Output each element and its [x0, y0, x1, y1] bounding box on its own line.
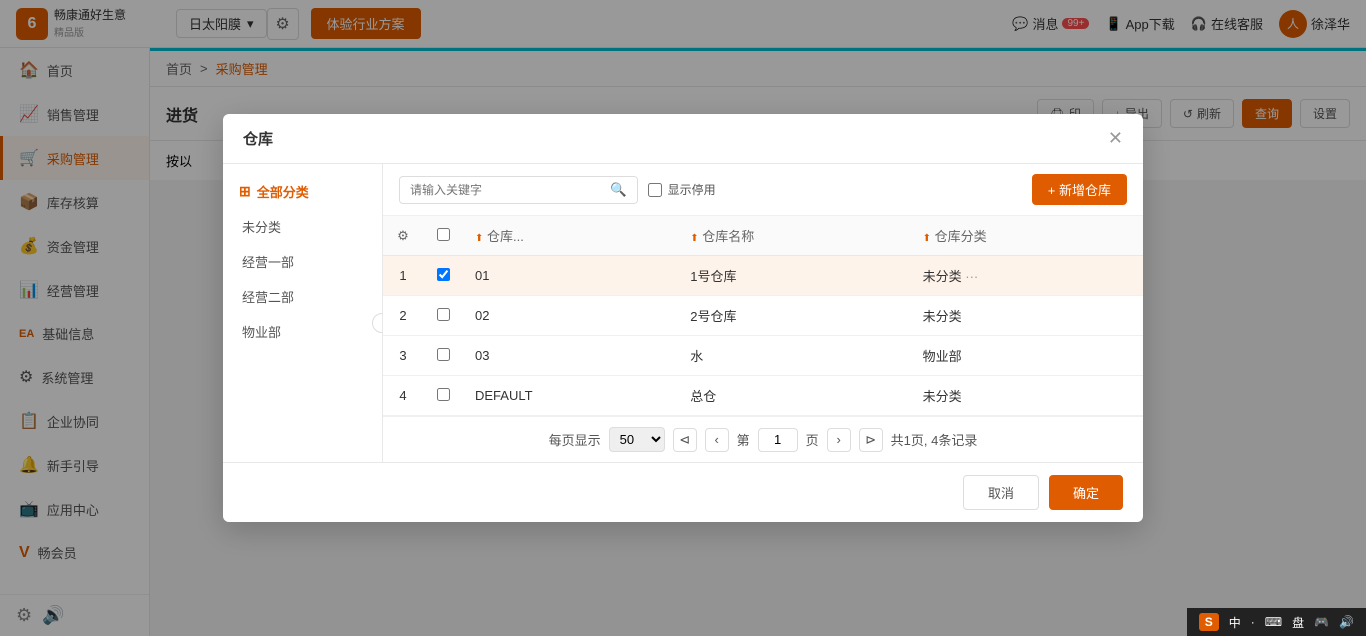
add-warehouse-button[interactable]: + 新增仓库: [1032, 174, 1127, 205]
row-name: 2号仓库: [678, 296, 910, 336]
row-category: 未分类: [911, 296, 1143, 336]
table-row[interactable]: 3 03 水 物业部: [383, 336, 1143, 376]
modal-footer: 取消 确定: [223, 462, 1143, 522]
warehouse-table: ⚙ ⬆ 仓库... ⬆ 仓库名称 ⬆ 仓库分类 1 01 1号仓库 未分类 ··…: [383, 216, 1143, 416]
row-name: 1号仓库: [678, 256, 910, 296]
per-page-select[interactable]: 50 10 20 100: [609, 427, 665, 452]
row-checkbox[interactable]: [423, 336, 463, 376]
row-code: DEFAULT: [463, 376, 678, 416]
row-code: 02: [463, 296, 678, 336]
table-row[interactable]: 4 DEFAULT 总仓 未分类: [383, 376, 1143, 416]
taskbar-volume: 🔊: [1339, 615, 1354, 629]
search-wrap: 🔍: [399, 176, 638, 204]
row-code: 03: [463, 336, 678, 376]
category-item-2[interactable]: 经营二部: [223, 279, 382, 314]
col-checkbox: [423, 216, 463, 256]
row-category: 未分类: [911, 376, 1143, 416]
prev-page-button[interactable]: ‹: [705, 428, 729, 452]
next-page-button[interactable]: ›: [827, 428, 851, 452]
row-name: 总仓: [678, 376, 910, 416]
row-num: 1: [383, 256, 423, 296]
taskbar-keyboard: ⌨: [1265, 615, 1282, 629]
page-unit: 页: [806, 430, 819, 449]
s-logo: S: [1199, 613, 1219, 631]
taskbar-dot: ·: [1251, 615, 1255, 629]
confirm-button[interactable]: 确定: [1049, 475, 1123, 510]
cancel-button[interactable]: 取消: [963, 475, 1039, 510]
modal-body: ⊞ 全部分类 未分类 经营一部 经营二部 物业部 《 🔍 显示停用 + 新增: [223, 164, 1143, 462]
show-disabled-label: 显示停用: [668, 181, 716, 198]
page-label: 第: [737, 430, 750, 449]
select-all-checkbox[interactable]: [437, 228, 450, 241]
grid-icon: ⊞: [239, 183, 251, 200]
row-code: 01: [463, 256, 678, 296]
category-item-3[interactable]: 物业部: [223, 314, 382, 349]
table-panel: 🔍 显示停用 + 新增仓库 ⚙ ⬆ 仓库... ⬆ 仓库名称: [383, 164, 1143, 462]
show-disabled-checkbox[interactable]: [648, 183, 662, 197]
table-row[interactable]: 1 01 1号仓库 未分类 ···: [383, 256, 1143, 296]
row-checkbox[interactable]: [423, 256, 463, 296]
last-page-button[interactable]: ⊳: [859, 428, 883, 452]
page-number-input[interactable]: [758, 428, 798, 452]
sort-icon-name: ⬆: [690, 233, 698, 244]
all-categories-item[interactable]: ⊞ 全部分类: [223, 174, 382, 209]
row-name: 水: [678, 336, 910, 376]
row-num: 4: [383, 376, 423, 416]
row-category: 未分类 ···: [911, 256, 1143, 296]
category-panel: ⊞ 全部分类 未分类 经营一部 经营二部 物业部 《: [223, 164, 383, 462]
taskbar-zh: 中: [1229, 614, 1241, 631]
category-item-1[interactable]: 经营一部: [223, 244, 382, 279]
row-category: 物业部: [911, 336, 1143, 376]
row-checkbox[interactable]: [423, 376, 463, 416]
sort-icon-cat: ⬆: [923, 233, 931, 244]
modal-close-button[interactable]: ✕: [1108, 128, 1123, 149]
pagination: 每页显示 50 10 20 100 ⊲ ‹ 第 页 › ⊳ 共1页, 4条记录: [383, 416, 1143, 462]
per-page-label: 每页显示: [549, 430, 601, 449]
category-item-0[interactable]: 未分类: [223, 209, 382, 244]
row-action-menu[interactable]: ···: [965, 269, 978, 284]
row-checkbox[interactable]: [423, 296, 463, 336]
show-disabled-wrap: 显示停用: [648, 181, 716, 198]
all-categories-label: 全部分类: [257, 182, 309, 201]
col-name: ⬆ 仓库名称: [678, 216, 910, 256]
search-button[interactable]: 🔍: [600, 177, 637, 203]
modal-header: 仓库 ✕: [223, 114, 1143, 164]
row-num: 3: [383, 336, 423, 376]
warehouse-modal: 仓库 ✕ ⊞ 全部分类 未分类 经营一部 经营二部 物业部 《 🔍: [223, 114, 1143, 522]
col-settings: ⚙: [383, 216, 423, 256]
total-info: 共1页, 4条记录: [891, 430, 978, 449]
search-input[interactable]: [400, 178, 600, 202]
sort-icon: ⬆: [475, 233, 483, 244]
first-page-button[interactable]: ⊲: [673, 428, 697, 452]
modal-title: 仓库: [243, 128, 273, 149]
col-category: ⬆ 仓库分类: [911, 216, 1143, 256]
row-num: 2: [383, 296, 423, 336]
taskbar: S 中 · ⌨ 盘 🎮 🔊: [1187, 608, 1366, 636]
table-toolbar: 🔍 显示停用 + 新增仓库: [383, 164, 1143, 216]
taskbar-layout: 盘: [1292, 614, 1304, 631]
col-code: ⬆ 仓库...: [463, 216, 678, 256]
taskbar-game: 🎮: [1314, 615, 1329, 629]
table-row[interactable]: 2 02 2号仓库 未分类: [383, 296, 1143, 336]
